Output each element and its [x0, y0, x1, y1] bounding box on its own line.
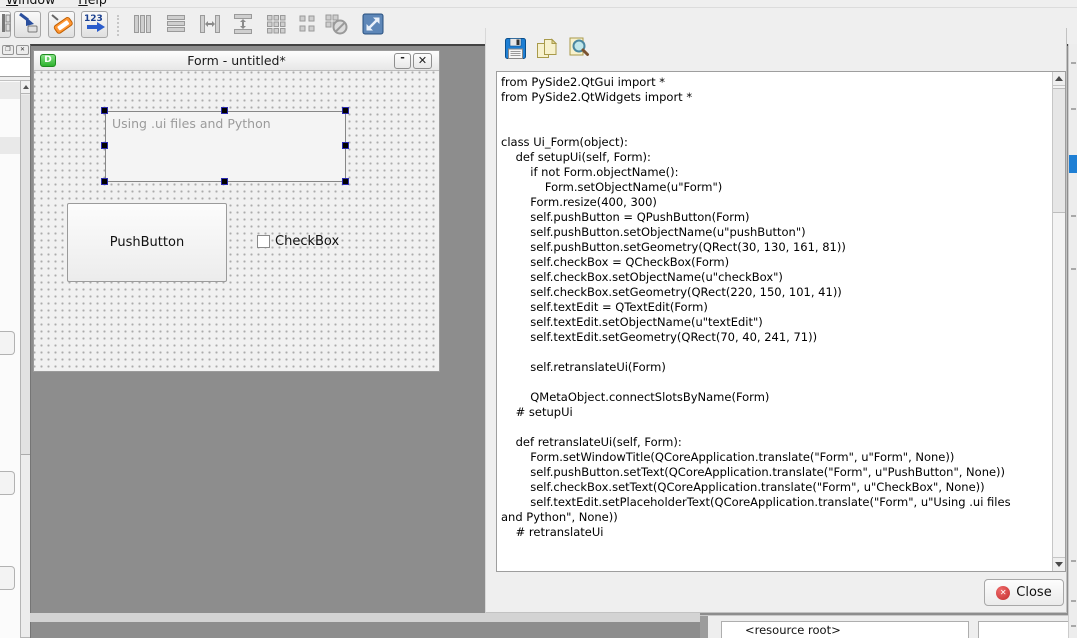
edit-widgets-icon	[0, 10, 11, 40]
textedit-widget[interactable]: Using .ui files and Python	[105, 111, 346, 182]
edge-tick	[1071, 600, 1076, 602]
selection-handle-left[interactable]	[101, 142, 108, 149]
resource-tree[interactable]: <resource root>	[721, 621, 969, 638]
layout-form-icon	[296, 12, 320, 40]
checkbox-label: CheckBox	[275, 234, 339, 249]
edit-buddies-button[interactable]	[48, 11, 75, 38]
adjust-size-button[interactable]	[359, 13, 386, 38]
selected-item-edge	[1069, 155, 1077, 173]
scroll-up-icon[interactable]	[1053, 72, 1065, 86]
checkbox-indicator[interactable]	[257, 235, 270, 248]
layout-horizontal-splitter-icon	[198, 12, 222, 40]
form-window-title: Form - untitled*	[34, 53, 439, 68]
qt-designer-screen: Window Help 123	[0, 0, 1077, 638]
scrollbar-thumb[interactable]	[1053, 88, 1065, 213]
selection-handle-top-left[interactable]	[101, 107, 108, 114]
save-button[interactable]	[502, 37, 528, 63]
edge-tick	[1071, 268, 1076, 270]
scroll-up-icon[interactable]	[21, 81, 30, 94]
selection-handle-bottom-left[interactable]	[101, 178, 108, 185]
textedit-placeholder: Using .ui files and Python	[112, 116, 271, 131]
close-button[interactable]: ✕	[413, 53, 432, 69]
layout-vertically-icon	[164, 12, 188, 40]
dock-close-button[interactable]: ✕	[16, 45, 29, 55]
edge-tick	[1071, 560, 1076, 562]
menu-bar: Window Help	[0, 0, 1077, 8]
pushbutton-widget[interactable]: PushButton	[67, 203, 227, 282]
selection-handle-right[interactable]	[342, 142, 349, 149]
widget-list[interactable]	[0, 80, 20, 638]
toolbar-separator	[117, 15, 119, 36]
selection-handle-bottom[interactable]	[221, 178, 228, 185]
code-scrollbar[interactable]	[1052, 72, 1065, 571]
edit-signals-slots-icon	[15, 10, 40, 39]
red-cross-icon: ✕	[996, 586, 1010, 600]
edit-buddies-icon	[48, 10, 75, 39]
edit-widgets-button[interactable]	[0, 11, 11, 38]
layout-form-button[interactable]	[294, 13, 321, 38]
form-designer-window: D Form - untitled* - ✕ Using .ui files a…	[33, 50, 440, 372]
copy-button[interactable]	[534, 37, 560, 63]
dialog-close-button[interactable]: ✕ Close	[984, 579, 1064, 606]
edge-tick	[1071, 62, 1076, 64]
form-title-bar[interactable]: D Form - untitled* - ✕	[34, 51, 439, 71]
layout-vertically-button[interactable]	[162, 13, 189, 38]
resource-root-label: <resource root>	[745, 623, 841, 637]
panel-drag-handle[interactable]	[700, 616, 708, 638]
code-preview-dialog: from PySide2.QtGui import * from PySide2…	[485, 28, 1067, 613]
menu-help[interactable]: Help	[78, 0, 107, 7]
svg-text:123: 123	[84, 14, 103, 24]
layout-horizontally-button[interactable]	[129, 13, 156, 38]
layout-horizontal-splitter-button[interactable]	[196, 13, 223, 38]
dock-splitter[interactable]	[30, 613, 700, 622]
category-header[interactable]	[0, 471, 15, 495]
minimize-button[interactable]: -	[394, 53, 411, 69]
edge-tick	[1071, 108, 1076, 110]
list-item[interactable]	[0, 137, 20, 154]
selection-handle-top[interactable]	[221, 107, 228, 114]
break-layout-button[interactable]	[322, 13, 349, 38]
find-icon	[567, 36, 591, 64]
edit-tab-order-button[interactable]: 123	[81, 11, 108, 38]
dock-float-button[interactable]: ❐	[2, 45, 14, 55]
find-button[interactable]	[566, 37, 592, 63]
category-header[interactable]	[0, 331, 15, 355]
right-edge-panel	[1068, 44, 1077, 638]
list-item[interactable]	[0, 82, 20, 99]
checkbox-widget[interactable]: CheckBox	[257, 234, 339, 249]
adjust-size-icon	[360, 11, 386, 41]
layout-vertical-splitter-button[interactable]	[229, 13, 256, 38]
edge-tick	[1071, 625, 1076, 627]
layout-vertical-splitter-icon	[231, 12, 255, 40]
scrollbar-thumb[interactable]	[21, 95, 30, 455]
layout-grid-icon	[264, 12, 288, 40]
resource-list[interactable]	[978, 621, 1077, 638]
edit-tab-order-icon: 123	[81, 10, 108, 39]
scroll-down-icon[interactable]	[1053, 557, 1065, 571]
menu-window[interactable]: Window	[6, 0, 55, 7]
break-layout-icon	[323, 12, 349, 40]
resource-browser-panel: <resource root>	[700, 615, 1077, 638]
widget-box-panel: ❐ ✕	[0, 44, 30, 638]
layout-grid-button[interactable]	[262, 13, 289, 38]
selection-handle-top-right[interactable]	[342, 107, 349, 114]
save-icon	[504, 37, 527, 64]
widget-list-scrollbar[interactable]	[20, 80, 30, 638]
code-text[interactable]: from PySide2.QtGui import * from PySide2…	[501, 75, 1048, 540]
close-button-label: Close	[1016, 585, 1051, 600]
layout-horizontally-icon	[131, 12, 155, 40]
category-header[interactable]	[0, 566, 15, 590]
code-view[interactable]: from PySide2.QtGui import * from PySide2…	[496, 71, 1066, 572]
widget-filter-input[interactable]	[0, 57, 30, 77]
edit-signals-slots-button[interactable]	[14, 11, 41, 38]
selection-handle-bottom-right[interactable]	[342, 178, 349, 185]
form-canvas[interactable]: Using .ui files and Python PushButton Ch…	[34, 71, 439, 371]
edge-tick	[1071, 215, 1076, 217]
copy-icon	[535, 37, 559, 64]
